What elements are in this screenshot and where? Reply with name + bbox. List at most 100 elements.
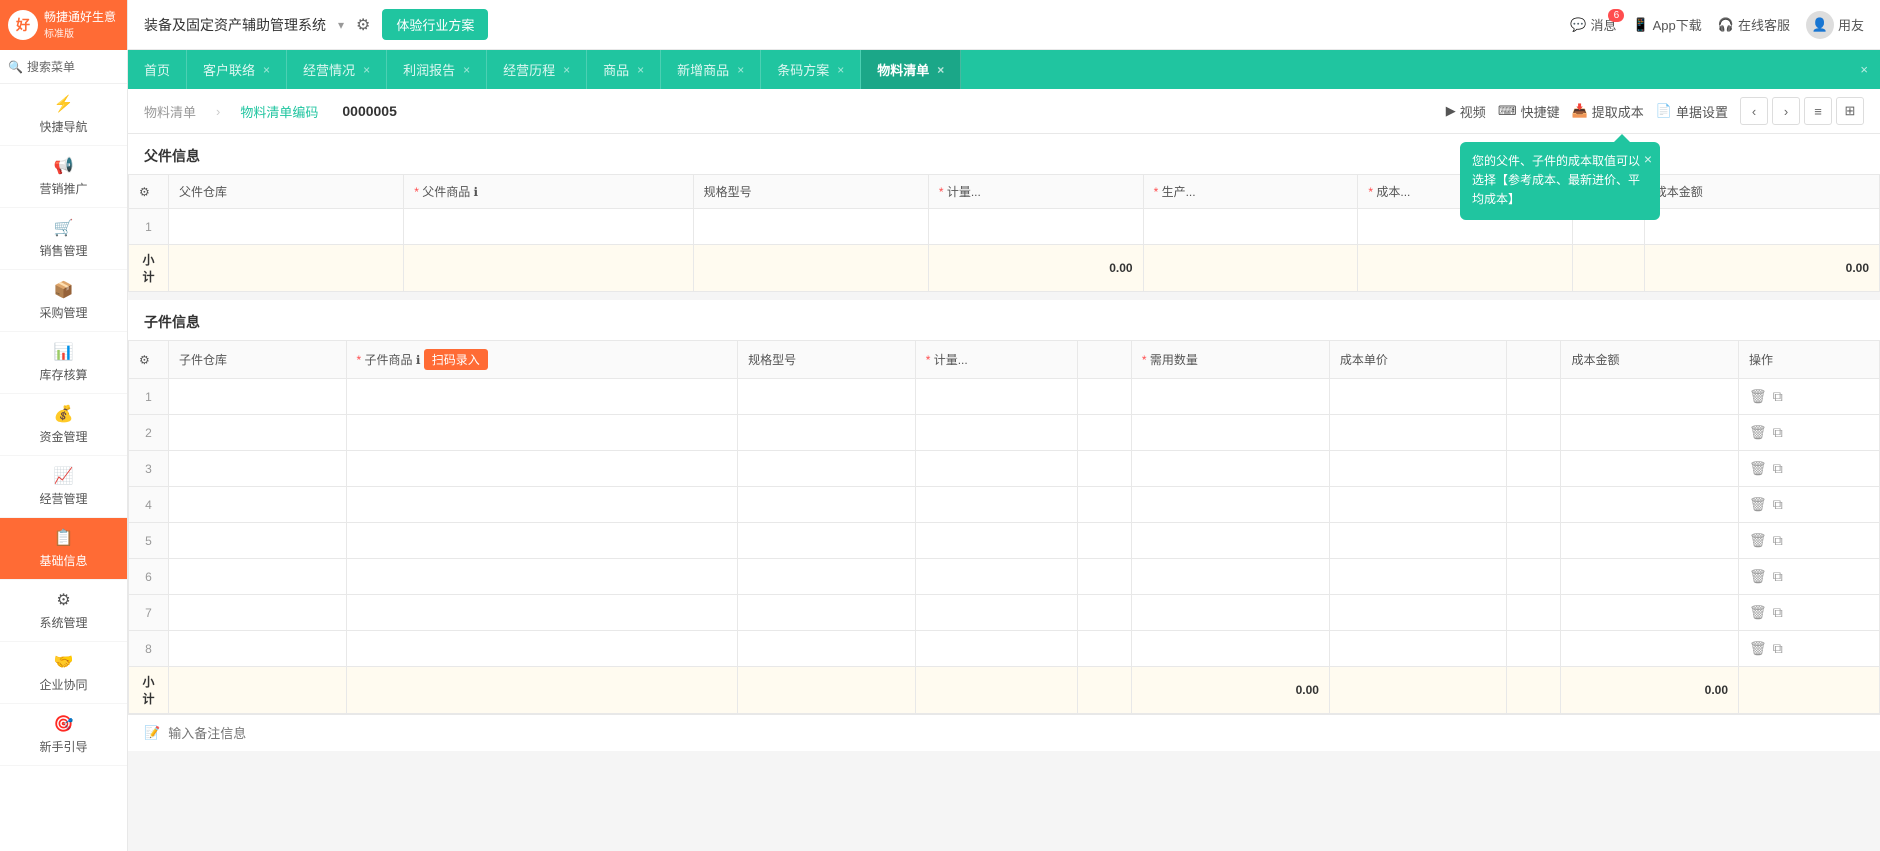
sidebar-item-purchase[interactable]: 📦 采购管理 (0, 270, 127, 332)
child-row-2-goods[interactable] (346, 415, 738, 451)
sidebar-item-basics[interactable]: 📋 基础信息 (0, 518, 127, 580)
child-row-4-spec[interactable] (738, 487, 916, 523)
sidebar-item-guide[interactable]: 🎯 新手引导 (0, 704, 127, 766)
child-row-4-qty[interactable] (1131, 487, 1329, 523)
child-row-5-spec[interactable] (738, 523, 916, 559)
parent-row-1-production[interactable] (1143, 209, 1358, 245)
tab-barcode[interactable]: 条码方案 × (761, 50, 861, 89)
tab-new-goods[interactable]: 新增商品 × (661, 50, 761, 89)
sidebar-item-finance[interactable]: 💰 资金管理 (0, 394, 127, 456)
child-row-6-goods[interactable] (346, 559, 738, 595)
child-row-5-unit[interactable] (915, 523, 1077, 559)
scan-button[interactable]: 扫码录入 (424, 349, 488, 370)
delete-icon-row7[interactable]: 🗑 (1749, 604, 1767, 621)
child-row-4-warehouse[interactable] (169, 487, 347, 523)
tab-barcode-close[interactable]: × (837, 63, 844, 77)
tooltip-close-button[interactable]: × (1644, 148, 1652, 170)
tab-goods[interactable]: 商品 × (587, 50, 661, 89)
tab-profit[interactable]: 利润报告 × (387, 50, 487, 89)
delete-icon-row1[interactable]: 🗑 (1749, 388, 1767, 405)
child-row-7-qty[interactable] (1131, 595, 1329, 631)
child-row-8-warehouse[interactable] (169, 631, 347, 667)
child-row-1-unit[interactable] (915, 379, 1077, 415)
shortcut-button[interactable]: ⌨ 快捷键 (1498, 102, 1560, 121)
delete-icon-row5[interactable]: 🗑 (1749, 532, 1767, 549)
child-row-6-warehouse[interactable] (169, 559, 347, 595)
tab-home[interactable]: 首页 (128, 50, 187, 89)
sidebar-item-inventory[interactable]: 📊 库存核算 (0, 332, 127, 394)
child-row-3-spec[interactable] (738, 451, 916, 487)
sidebar-item-marketing[interactable]: 📢 营销推广 (0, 146, 127, 208)
child-row-2-spec[interactable] (738, 415, 916, 451)
child-row-1-warehouse[interactable] (169, 379, 347, 415)
child-row-6-qty[interactable] (1131, 559, 1329, 595)
delete-icon-row4[interactable]: 🗑 (1749, 496, 1767, 513)
remark-input[interactable] (168, 726, 1864, 741)
child-row-8-unit[interactable] (915, 631, 1077, 667)
parent-row-1-warehouse[interactable] (169, 209, 404, 245)
copy-icon-row6[interactable]: ⧉ (1773, 568, 1783, 585)
child-row-5-qty[interactable] (1131, 523, 1329, 559)
user-menu[interactable]: 👤 用友 (1806, 11, 1864, 39)
child-row-2-warehouse[interactable] (169, 415, 347, 451)
child-row-2-unit[interactable] (915, 415, 1077, 451)
parent-row-1-goods[interactable] (404, 209, 693, 245)
message-button[interactable]: 💬 消息 6 (1570, 15, 1616, 34)
child-row-7-unit[interactable] (915, 595, 1077, 631)
prev-button[interactable]: ‹ (1740, 97, 1768, 125)
child-row-6-unit[interactable] (915, 559, 1077, 595)
child-row-4-goods[interactable] (346, 487, 738, 523)
single-settings-button[interactable]: 📄 单据设置 (1656, 102, 1728, 121)
breadcrumb-bom-code[interactable]: 物料清单编码 (240, 102, 318, 121)
child-row-5-goods[interactable] (346, 523, 738, 559)
video-button[interactable]: ▶ 视频 (1446, 102, 1486, 121)
sidebar-item-cooperation[interactable]: 🤝 企业协同 (0, 642, 127, 704)
tab-history-close[interactable]: × (563, 63, 570, 77)
next-button[interactable]: › (1772, 97, 1800, 125)
copy-icon-row3[interactable]: ⧉ (1773, 460, 1783, 477)
sidebar-item-sales[interactable]: 🛒 销售管理 (0, 208, 127, 270)
parent-row-1-unit[interactable] (928, 209, 1143, 245)
child-row-3-price[interactable] (1329, 451, 1507, 487)
child-row-1-price[interactable] (1329, 379, 1507, 415)
copy-icon-row5[interactable]: ⧉ (1773, 532, 1783, 549)
settings-icon[interactable]: ⚙ (356, 15, 370, 35)
copy-icon-row1[interactable]: ⧉ (1773, 388, 1783, 405)
child-row-4-unit[interactable] (915, 487, 1077, 523)
sidebar-item-system[interactable]: ⚙ 系统管理 (0, 580, 127, 642)
tab-new-goods-close[interactable]: × (737, 63, 744, 77)
child-row-5-warehouse[interactable] (169, 523, 347, 559)
delete-icon-row8[interactable]: 🗑 (1749, 640, 1767, 657)
parent-col-gear[interactable]: ⚙ (129, 175, 169, 209)
delete-icon-row2[interactable]: 🗑 (1749, 424, 1767, 441)
child-col-gear[interactable]: ⚙ (129, 341, 169, 379)
copy-icon-row4[interactable]: ⧉ (1773, 496, 1783, 513)
child-row-7-warehouse[interactable] (169, 595, 347, 631)
tab-operation[interactable]: 经营情况 × (287, 50, 387, 89)
child-row-3-qty[interactable] (1131, 451, 1329, 487)
child-row-1-goods[interactable] (346, 379, 738, 415)
child-row-3-warehouse[interactable] (169, 451, 347, 487)
parent-row-1-spec[interactable] (693, 209, 928, 245)
child-row-8-price[interactable] (1329, 631, 1507, 667)
child-row-5-price[interactable] (1329, 523, 1507, 559)
child-row-6-price[interactable] (1329, 559, 1507, 595)
child-row-3-goods[interactable] (346, 451, 738, 487)
expand-button[interactable]: ⊞ (1836, 97, 1864, 125)
sidebar-item-shortcuts[interactable]: ⚡ 快捷导航 (0, 84, 127, 146)
app-download-button[interactable]: 📱 App下载 (1632, 15, 1701, 34)
tab-goods-close[interactable]: × (637, 63, 644, 77)
system-dropdown[interactable]: ▾ (338, 18, 344, 32)
tab-bom[interactable]: 物料清单 × (861, 50, 961, 89)
breadcrumb-bom[interactable]: 物料清单 (144, 102, 196, 121)
child-row-8-qty[interactable] (1131, 631, 1329, 667)
tab-customer-close[interactable]: × (263, 63, 270, 77)
copy-icon-row7[interactable]: ⧉ (1773, 604, 1783, 621)
tab-history[interactable]: 经营历程 × (487, 50, 587, 89)
child-row-7-goods[interactable] (346, 595, 738, 631)
child-row-7-spec[interactable] (738, 595, 916, 631)
child-row-3-unit[interactable] (915, 451, 1077, 487)
copy-icon-row2[interactable]: ⧉ (1773, 424, 1783, 441)
child-row-8-goods[interactable] (346, 631, 738, 667)
extract-cost-button[interactable]: 📥 提取成本 (1572, 102, 1644, 121)
